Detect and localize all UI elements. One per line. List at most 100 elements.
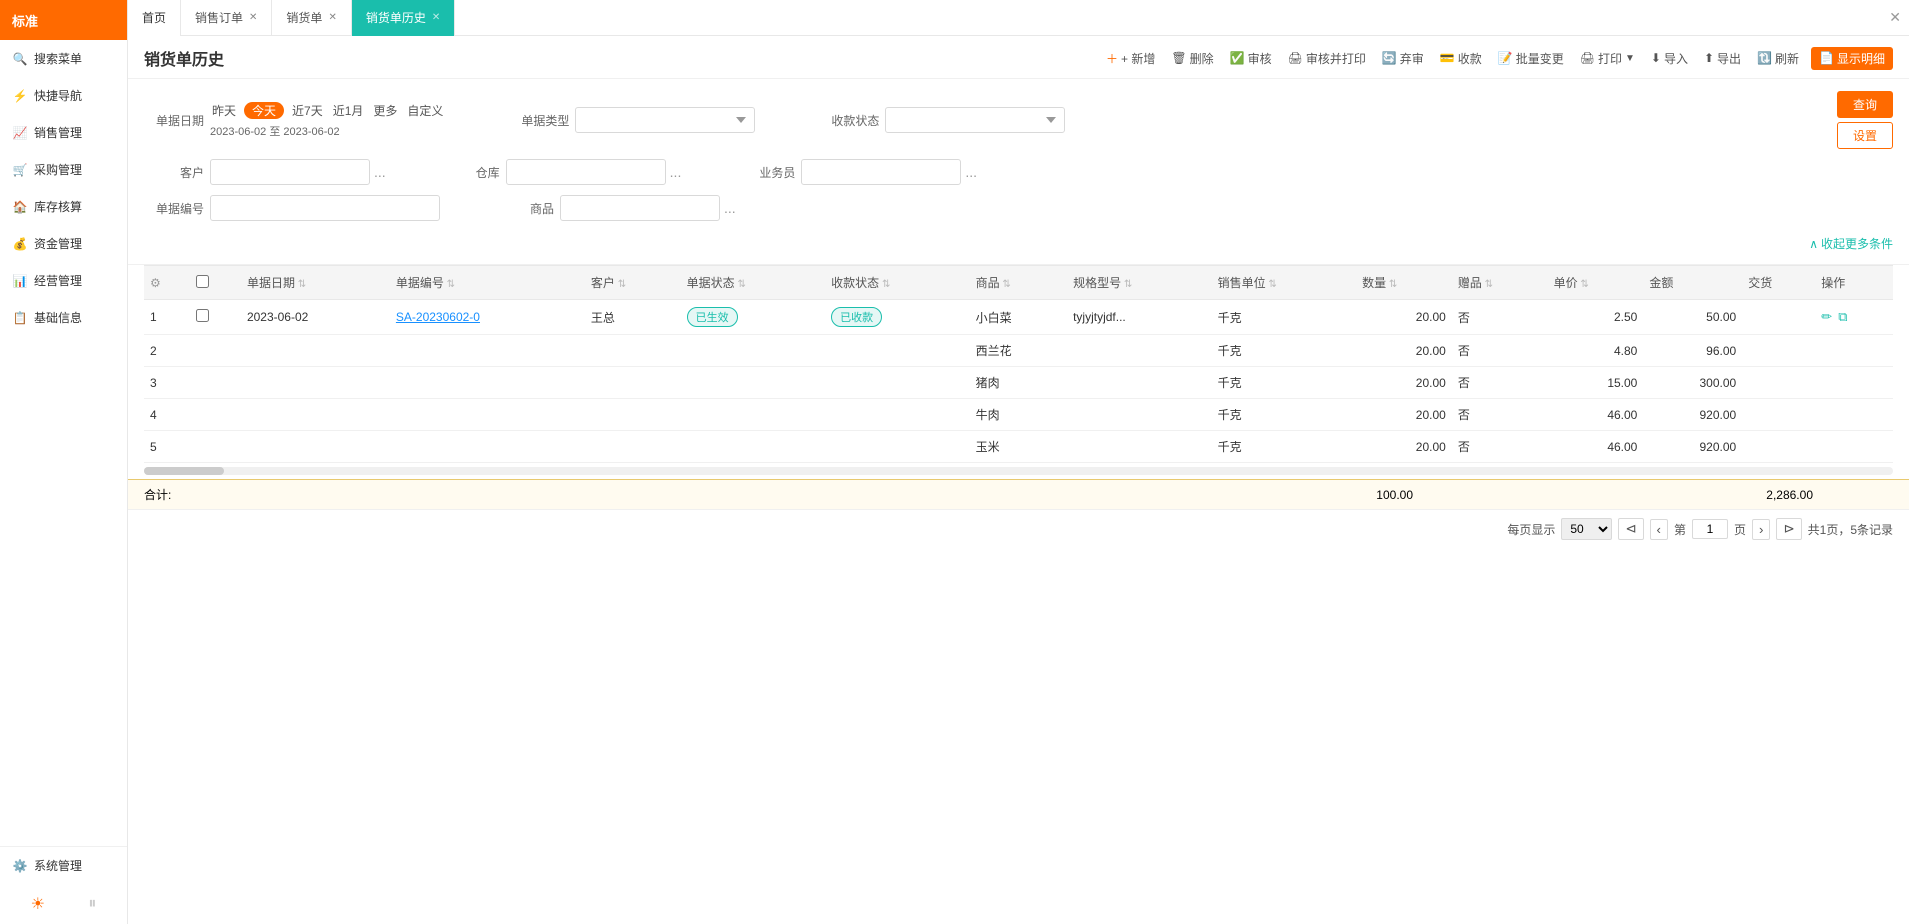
date-tab-1month[interactable]: 近1月 — [331, 102, 366, 119]
audit-print-button[interactable]: 🖨 审核并打印 — [1284, 48, 1370, 69]
doc-status-badge: 已生效 — [687, 307, 738, 327]
refresh-button[interactable]: 🔃 刷新 — [1753, 48, 1803, 69]
col-unit[interactable]: 销售单位 — [1212, 266, 1356, 300]
first-page-button[interactable]: ⊲ — [1618, 518, 1643, 540]
tab-close-sales-history[interactable]: ✕ — [432, 12, 440, 23]
col-pay-status[interactable]: 收款状态 — [825, 266, 969, 300]
tab-bar: 首页 销售订单 ✕ 销货单 ✕ 销货单历史 ✕ ✕ — [128, 0, 1909, 36]
col-doc-date[interactable]: 单据日期 — [241, 266, 390, 300]
cell-delivery — [1742, 367, 1815, 399]
col-price[interactable]: 单价 — [1548, 266, 1644, 300]
col-spec[interactable]: 规格型号 — [1067, 266, 1211, 300]
warehouse-dots[interactable]: ... — [670, 164, 682, 180]
select-all-checkbox[interactable] — [196, 275, 209, 288]
collapse-button[interactable]: ∧ 收起更多条件 — [1809, 235, 1893, 252]
tab-home-label: 首页 — [142, 9, 166, 26]
doc-no-link[interactable]: SA-20230602-0 — [396, 310, 480, 324]
sidebar-item-operations[interactable]: 📊 经营管理 — [0, 262, 127, 299]
window-close-button[interactable]: ✕ — [1889, 9, 1901, 25]
collect-button[interactable]: 💳 收款 — [1436, 48, 1486, 69]
batch-change-button[interactable]: 📝 批量变更 — [1494, 48, 1568, 69]
warehouse-input[interactable] — [506, 159, 666, 185]
sidebar-item-finance[interactable]: 💰 资金管理 — [0, 225, 127, 262]
doc-type-select[interactable] — [575, 107, 755, 133]
cell-delivery — [1742, 431, 1815, 463]
cell-checkbox — [190, 367, 241, 399]
cell-row-num: 1 — [144, 300, 190, 335]
col-doc-status[interactable]: 单据状态 — [681, 266, 825, 300]
salesperson-dots[interactable]: ... — [965, 164, 977, 180]
customer-input[interactable] — [210, 159, 370, 185]
table-gear-icon[interactable]: ⚙ — [150, 276, 161, 290]
sidebar-item-sysmgmt[interactable]: ⚙️ 系统管理 — [0, 847, 127, 884]
col-gift[interactable]: 赠品 — [1452, 266, 1548, 300]
date-tab-custom[interactable]: 自定义 — [405, 102, 445, 119]
date-tab-7days[interactable]: 近7天 — [290, 102, 325, 119]
date-range-value: 2023-06-02 至 2023-06-02 — [210, 123, 445, 139]
next-page-button[interactable]: › — [1752, 519, 1770, 540]
prev-page-button[interactable]: ‹ — [1650, 519, 1668, 540]
settings-button[interactable]: 设置 — [1837, 122, 1893, 149]
tab-home[interactable]: 首页 — [128, 0, 181, 36]
tab-sales-history[interactable]: 销货单历史 ✕ — [352, 0, 455, 36]
show-detail-button[interactable]: 📄 显示明细 — [1811, 47, 1893, 70]
abandon-button[interactable]: 🔄 弃审 — [1378, 48, 1428, 69]
sidebar-item-label: 基础信息 — [34, 309, 82, 326]
main-table: ⚙ 单据日期 单据编号 客户 单据状态 收款状态 商品 规格型号 销售单位 数量… — [144, 265, 1893, 463]
customer-dots[interactable]: ... — [374, 164, 386, 180]
salesperson-input[interactable] — [801, 159, 961, 185]
col-qty[interactable]: 数量 — [1356, 266, 1452, 300]
export-label: 导出 — [1717, 50, 1741, 67]
last-page-button[interactable]: ⊳ — [1776, 518, 1801, 540]
import-button[interactable]: ⬇ 导入 — [1647, 48, 1692, 69]
copy-icon[interactable]: ⧉ — [1838, 309, 1847, 325]
sidebar-item-basicinfo[interactable]: 📋 基础信息 — [0, 299, 127, 336]
date-tab-yesterday[interactable]: 昨天 — [210, 102, 238, 119]
row-checkbox[interactable] — [196, 309, 209, 322]
filter-row-1: 单据日期 昨天 今天 近7天 近1月 更多 自定义 2023-06-02 至 2… — [144, 91, 1893, 149]
cell-spec — [1067, 431, 1211, 463]
tab-sales-delivery[interactable]: 销货单 ✕ — [272, 0, 351, 36]
content-area: 销货单历史 ＋ + 新增 🗑 删除 ✅ 审核 🖨 审核并打印 — [128, 36, 1909, 924]
print-arrow-icon: ▼ — [1625, 53, 1635, 64]
per-page-select[interactable]: 50 100 200 — [1561, 518, 1612, 540]
page-header: 销货单历史 ＋ + 新增 🗑 删除 ✅ 审核 🖨 审核并打印 — [128, 36, 1909, 79]
cell-pay-status — [825, 399, 969, 431]
sidebar-item-quicknav[interactable]: ⚡ 快捷导航 — [0, 77, 127, 114]
cell-row-num: 2 — [144, 335, 190, 367]
sidebar-item-search[interactable]: 🔍 搜索菜单 — [0, 40, 127, 77]
audit-button[interactable]: ✅ 审核 — [1226, 48, 1276, 69]
sidebar-item-purchase[interactable]: 🛒 采购管理 — [0, 151, 127, 188]
sidebar-item-sales[interactable]: 📈 销售管理 — [0, 114, 127, 151]
export-button[interactable]: ⬆ 导出 — [1700, 48, 1745, 69]
col-doc-no[interactable]: 单据编号 — [390, 266, 585, 300]
col-goods[interactable]: 商品 — [970, 266, 1067, 300]
date-tab-more[interactable]: 更多 — [371, 102, 399, 119]
cell-doc-date — [241, 431, 390, 463]
scrollbar-thumb[interactable] — [144, 467, 224, 475]
tab-close-sales-delivery[interactable]: ✕ — [328, 12, 336, 23]
docno-filter-group: 单据编号 — [144, 195, 440, 221]
tab-close-sales-order[interactable]: ✕ — [249, 12, 257, 23]
cell-price: 2.50 — [1548, 300, 1644, 335]
page-number-input[interactable] — [1692, 519, 1728, 539]
tab-sales-order[interactable]: 销售订单 ✕ — [181, 0, 272, 36]
goods-dots[interactable]: ... — [724, 200, 736, 216]
pay-status-select[interactable] — [885, 107, 1065, 133]
docno-input[interactable] — [210, 195, 440, 221]
sidebar-item-bottom-icons[interactable]: ☀ ⏸ — [0, 884, 127, 924]
horizontal-scrollbar[interactable] — [144, 467, 1893, 475]
cell-checkbox — [190, 399, 241, 431]
date-tab-today[interactable]: 今天 — [244, 102, 284, 119]
new-button[interactable]: ＋ + 新增 — [1102, 48, 1159, 69]
col-gear[interactable]: ⚙ — [144, 266, 190, 300]
print-button[interactable]: 🖨 打印 ▼ — [1576, 48, 1639, 69]
cell-doc-no — [390, 431, 585, 463]
delete-button[interactable]: 🗑 删除 — [1167, 48, 1217, 69]
col-customer[interactable]: 客户 — [585, 266, 681, 300]
query-button[interactable]: 查询 — [1837, 91, 1893, 118]
sidebar-item-inventory[interactable]: 🏠 库存核算 — [0, 188, 127, 225]
goods-input[interactable] — [560, 195, 720, 221]
cell-doc-status — [681, 431, 825, 463]
edit-icon[interactable]: ✏ — [1821, 309, 1832, 325]
